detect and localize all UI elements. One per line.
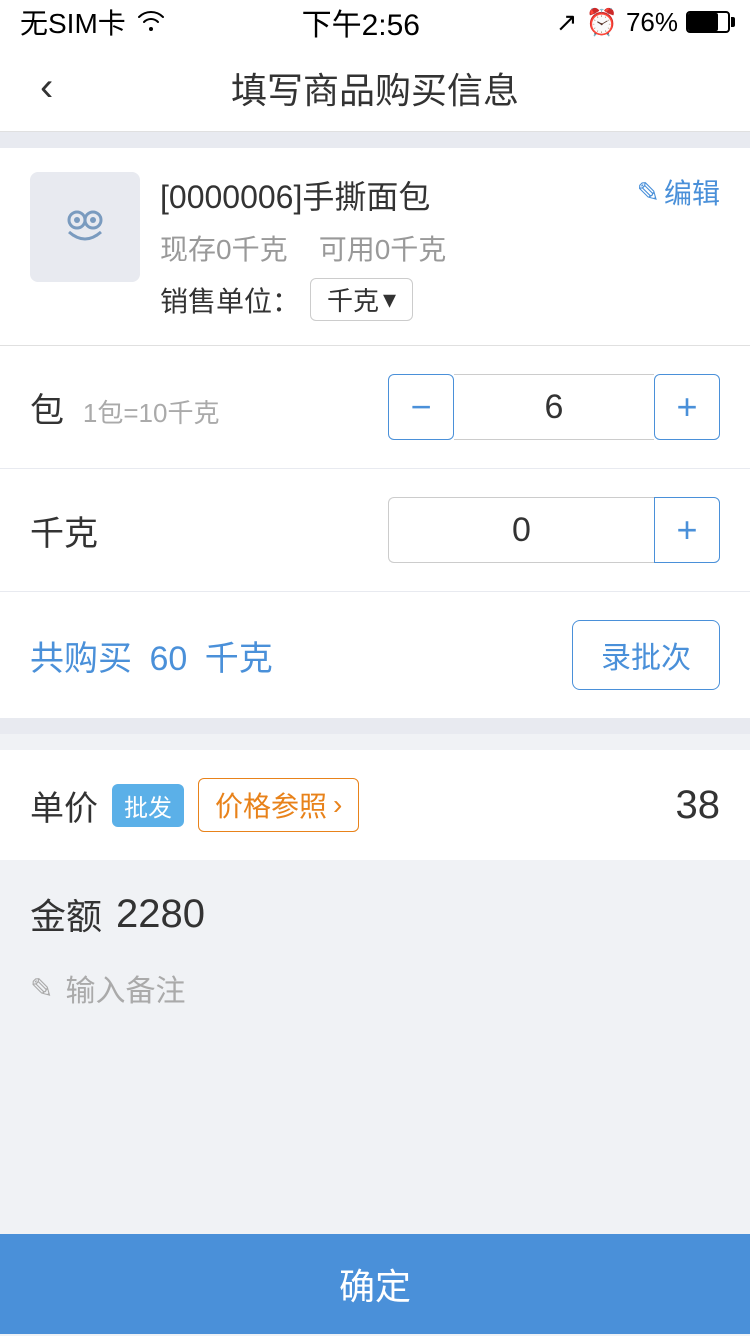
price-left: 单价 批发 价格参照 ›	[30, 778, 359, 832]
product-name: [0000006]手撕面包	[160, 172, 430, 218]
status-time: 下午2:56	[302, 0, 420, 44]
package-label-group: 包 1包=10千克	[30, 383, 219, 432]
total-text: 共购买 60 千克	[30, 631, 273, 680]
battery-icon	[686, 11, 730, 33]
kg-controls: +	[388, 497, 720, 563]
package-minus-button[interactable]: −	[388, 374, 454, 440]
status-carrier: 无SIM卡	[20, 2, 166, 42]
batch-button[interactable]: 录批次	[572, 620, 720, 690]
remark-placeholder: 输入备注	[65, 966, 185, 1010]
divider-mid	[0, 718, 750, 734]
edit-icon: ✎	[637, 176, 660, 209]
wifi-icon	[136, 6, 166, 38]
package-input[interactable]	[454, 374, 654, 440]
page-title: 填写商品购买信息	[231, 62, 519, 114]
edit-button[interactable]: ✎ 编辑	[637, 172, 720, 212]
kg-label: 千克	[30, 506, 98, 555]
amount-section: 金额 2280 ✎ 输入备注	[0, 860, 750, 1036]
confirm-button[interactable]: 确定	[0, 1234, 750, 1334]
package-plus-button[interactable]: +	[654, 374, 720, 440]
location-icon: ↗	[556, 7, 578, 38]
unit-selector[interactable]: 千克 ▾	[310, 278, 413, 321]
total-quantity: 60	[149, 640, 187, 678]
price-type-badge: 批发	[112, 784, 184, 827]
kg-section: 千克 +	[0, 469, 750, 592]
package-controls: − +	[388, 374, 720, 440]
price-value: 38	[676, 783, 721, 828]
amount-value: 2280	[116, 892, 205, 937]
back-button[interactable]: ‹	[30, 55, 63, 120]
kg-plus-button[interactable]: +	[654, 497, 720, 563]
divider-top	[0, 132, 750, 148]
product-unit: 销售单位： 千克 ▾	[160, 278, 720, 321]
status-bar: 无SIM卡 下午2:56 ↗ ⏰ 76%	[0, 0, 750, 44]
alarm-icon: ⏰	[586, 7, 618, 38]
status-right: ↗ ⏰ 76%	[556, 7, 730, 38]
product-card: [0000006]手撕面包 ✎ 编辑 现存0千克 可用0千克 销售单位： 千克 …	[0, 148, 750, 345]
kg-input[interactable]	[388, 497, 654, 563]
edit-label: 编辑	[664, 172, 720, 212]
product-info: [0000006]手撕面包 ✎ 编辑 现存0千克 可用0千克 销售单位： 千克 …	[160, 172, 720, 321]
price-section: 单价 批发 价格参照 › 38	[0, 750, 750, 860]
chevron-down-icon: ▾	[383, 284, 396, 315]
nav-bar: ‹ 填写商品购买信息	[0, 44, 750, 132]
pencil-icon: ✎	[30, 972, 53, 1005]
price-ref-button[interactable]: 价格参照 ›	[198, 778, 359, 832]
carrier-text: 无SIM卡	[20, 2, 126, 42]
chevron-right-icon: ›	[333, 789, 342, 821]
remark-row[interactable]: ✎ 输入备注	[30, 956, 720, 1020]
package-section: 包 1包=10千克 − +	[0, 346, 750, 469]
product-image	[30, 172, 140, 282]
package-hint: 1包=10千克	[83, 398, 220, 428]
total-section: 共购买 60 千克 录批次	[0, 592, 750, 718]
battery-text: 76%	[626, 7, 678, 38]
amount-label: 金额	[30, 888, 102, 940]
package-label: 包	[30, 392, 64, 430]
product-stock: 现存0千克 可用0千克	[160, 228, 720, 268]
price-label: 单价	[30, 781, 98, 830]
